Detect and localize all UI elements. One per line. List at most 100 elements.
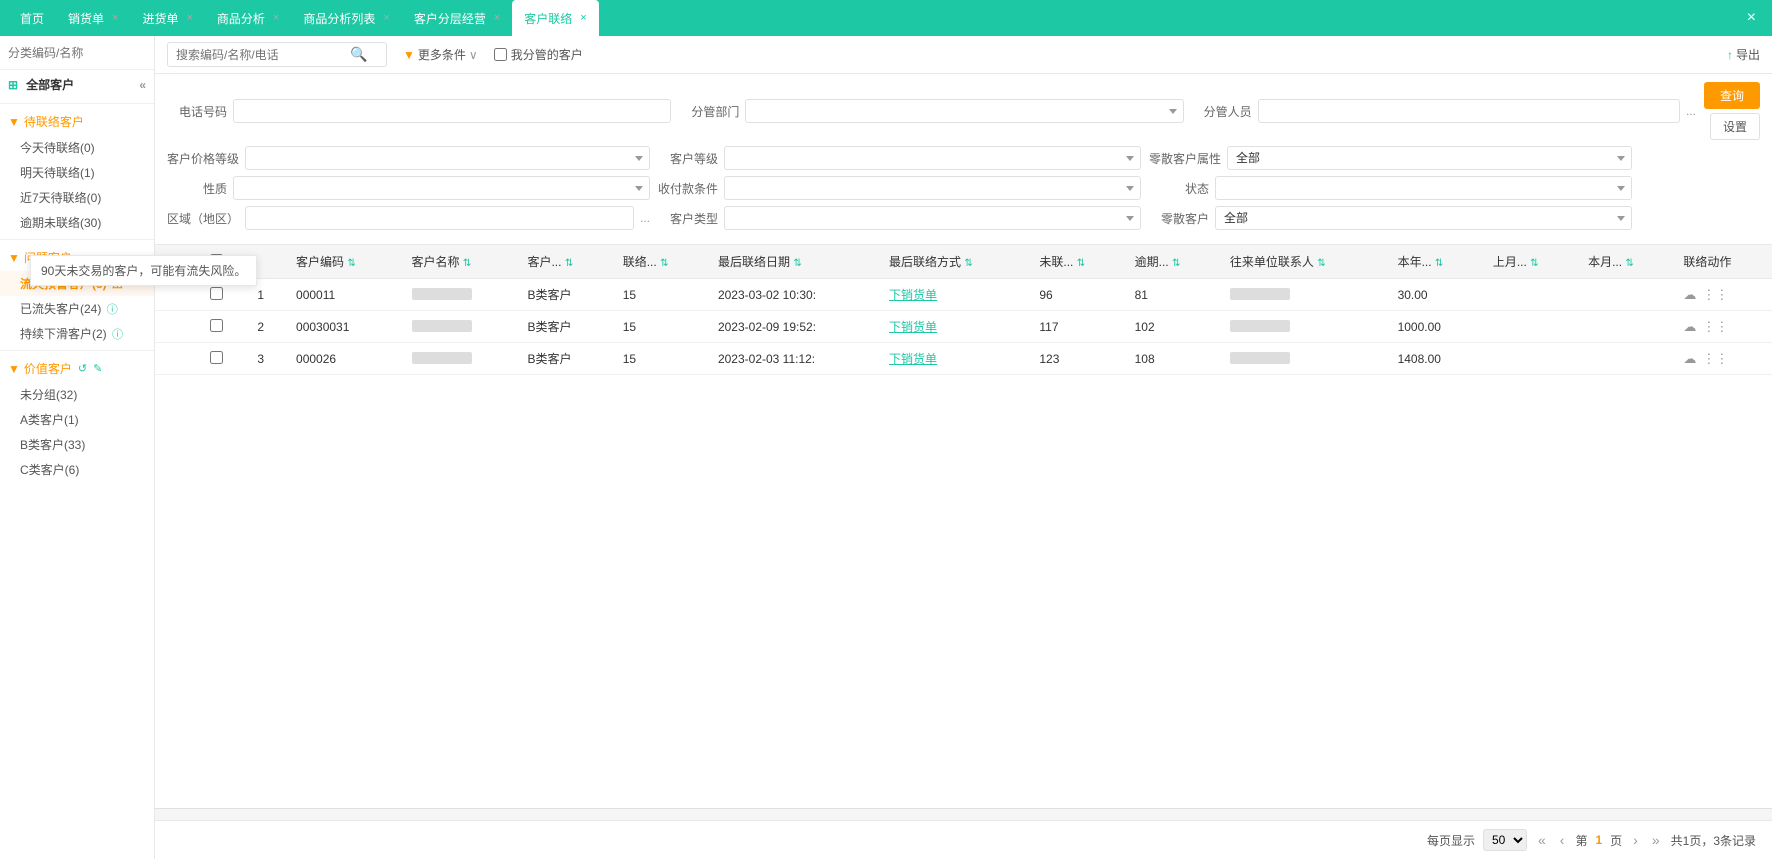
toolbar-search-box: 🔍 — [167, 42, 387, 67]
query-button[interactable]: 查询 — [1704, 82, 1760, 109]
price-tier-select[interactable] — [245, 146, 650, 170]
sidebar-group-pending[interactable]: ▼ 待联络客户 — [0, 108, 154, 135]
phone-input[interactable] — [233, 99, 671, 123]
sidebar-item-c-class[interactable]: C类客户(6) — [0, 457, 154, 482]
status-select[interactable] — [1215, 176, 1632, 200]
close-sales-tab[interactable]: × — [112, 12, 118, 24]
horizontal-scrollbar[interactable] — [155, 808, 1772, 820]
sidebar-item-declining[interactable]: 持续下滑客户(2) ⓘ — [0, 321, 154, 346]
customer-level-field: 客户等级 — [658, 146, 1141, 170]
type-sort-icon[interactable]: ⇅ — [565, 258, 573, 269]
row-this-year: 30.00 — [1388, 279, 1483, 311]
edit-icon[interactable]: ✎ — [93, 362, 102, 375]
tab-product-analysis[interactable]: 商品分析 × — [205, 0, 291, 36]
row-unit-contact — [1220, 279, 1388, 311]
tab-sales[interactable]: 销货单 × — [56, 0, 130, 36]
manager-dots[interactable]: ... — [1686, 104, 1696, 118]
chevron-down-icon: ∨ — [469, 48, 478, 62]
per-page-select[interactable]: 50 — [1483, 829, 1527, 851]
action-more-icon[interactable]: ⋮⋮ — [1702, 319, 1728, 335]
action-contact-icon[interactable]: ☁ — [1683, 319, 1696, 335]
close-product-analysis-tab[interactable]: × — [273, 12, 279, 24]
next-page-button[interactable]: › — [1630, 832, 1641, 848]
phone-field: 电话号码 — [167, 99, 671, 123]
this-year-sort-icon[interactable]: ⇅ — [1435, 258, 1443, 269]
dept-select[interactable] — [745, 99, 1183, 123]
row-code: 000011 — [286, 279, 402, 311]
grid-icon: ⊞ — [8, 78, 18, 92]
customer-level-select[interactable] — [724, 146, 1141, 170]
close-customer-tier-tab[interactable]: × — [494, 12, 500, 24]
export-button[interactable]: ↑ 导出 — [1727, 46, 1760, 63]
code-sort-icon[interactable]: ⇅ — [347, 258, 355, 269]
row-last-contact-method[interactable]: 下销货单 — [879, 279, 1029, 311]
settings-button[interactable]: 设置 — [1710, 113, 1760, 140]
all-customers-header[interactable]: ⊞ 全部客户 « — [0, 70, 154, 99]
sidebar-item-today-pending[interactable]: 今天待联络(0) — [0, 135, 154, 160]
region-dots[interactable]: ... — [640, 211, 650, 225]
row-last-contact-method[interactable]: 下销货单 — [879, 343, 1029, 375]
overdue-sort-icon[interactable]: ⇅ — [1172, 258, 1180, 269]
dept-field: 分管部门 — [679, 99, 1183, 123]
collapse-button[interactable]: « — [139, 78, 146, 92]
row-last-contact-method[interactable]: 下销货单 — [879, 311, 1029, 343]
prev-page-button[interactable]: ‹ — [1557, 832, 1568, 848]
action-more-icon[interactable]: ⋮⋮ — [1702, 351, 1728, 367]
code-column-header: 客户编码 ⇅ — [286, 245, 402, 279]
row-checkbox[interactable] — [200, 311, 248, 343]
close-product-list-tab[interactable]: × — [383, 12, 389, 24]
retail-customer-select[interactable]: 全部 — [1215, 206, 1632, 230]
search-input[interactable] — [176, 48, 346, 62]
not-contacted-sort-icon[interactable]: ⇅ — [1077, 258, 1085, 269]
last-page-button[interactable]: » — [1649, 832, 1663, 848]
row-last-month — [1483, 279, 1578, 311]
tab-home[interactable]: 首页 — [8, 0, 56, 36]
row-checkbox[interactable] — [200, 343, 248, 375]
sidebar-item-ungrouped[interactable]: 未分组(32) — [0, 382, 154, 407]
nature-select[interactable] — [233, 176, 650, 200]
close-all-button[interactable]: × — [1739, 9, 1764, 27]
action-contact-icon[interactable]: ☁ — [1683, 287, 1696, 303]
refresh-icon[interactable]: ↺ — [78, 362, 87, 375]
last-contact-date-column-header: 最后联络日期 ⇅ — [708, 245, 879, 279]
sidebar-search-input[interactable] — [8, 46, 155, 60]
first-page-button[interactable]: « — [1535, 832, 1549, 848]
tab-product-list[interactable]: 商品分析列表 × — [291, 0, 401, 36]
last-method-sort-icon[interactable]: ⇅ — [964, 258, 972, 269]
customer-type-select[interactable] — [724, 206, 1141, 230]
action-more-icon[interactable]: ⋮⋮ — [1702, 287, 1728, 303]
region-input[interactable] — [245, 206, 634, 230]
close-customer-contact-tab[interactable]: × — [580, 12, 586, 24]
manager-input[interactable] — [1258, 99, 1680, 123]
row-last-contact-date: 2023-03-02 10:30: — [708, 279, 879, 311]
this-year-column-header: 本年... ⇅ — [1388, 245, 1483, 279]
more-filters-button[interactable]: ▼ 更多条件 ∨ — [395, 43, 486, 66]
sidebar-item-tomorrow-pending[interactable]: 明天待联络(1) — [0, 160, 154, 185]
info-icon: ⓘ — [107, 304, 118, 316]
unit-contact-sort-icon[interactable]: ⇅ — [1317, 258, 1325, 269]
sidebar-item-lost[interactable]: 已流失客户(24) ⓘ — [0, 296, 154, 321]
tab-customer-tier[interactable]: 客户分层经营 × — [402, 0, 512, 36]
sidebar-item-week-pending[interactable]: 近7天待联络(0) — [0, 185, 154, 210]
sidebar-item-b-class[interactable]: B类客户(33) — [0, 432, 154, 457]
tab-customer-contact[interactable]: 客户联络 × — [512, 0, 598, 36]
sidebar-group-value[interactable]: ▼ 价值客户 ↺ ✎ — [0, 355, 154, 382]
action-contact-icon[interactable]: ☁ — [1683, 351, 1696, 367]
sidebar-item-a-class[interactable]: A类客户(1) — [0, 407, 154, 432]
last-date-sort-icon[interactable]: ⇅ — [793, 258, 801, 269]
row-this-month — [1578, 343, 1673, 375]
filter-icon: ▼ — [403, 48, 415, 62]
contact-sort-icon[interactable]: ⇅ — [660, 258, 668, 269]
tab-purchase[interactable]: 进货单 × — [130, 0, 204, 36]
name-sort-icon[interactable]: ⇅ — [463, 258, 471, 269]
close-purchase-tab[interactable]: × — [186, 12, 192, 24]
my-customers-checkbox-label[interactable]: 我分管的客户 — [494, 46, 583, 63]
retail-attr-select[interactable]: 全部 — [1227, 146, 1632, 170]
my-customers-checkbox[interactable] — [494, 48, 507, 61]
row-this-year: 1000.00 — [1388, 311, 1483, 343]
payment-select[interactable] — [724, 176, 1141, 200]
last-month-sort-icon[interactable]: ⇅ — [1530, 258, 1538, 269]
this-month-sort-icon[interactable]: ⇅ — [1625, 258, 1633, 269]
row-not-contacted: 117 — [1029, 311, 1124, 343]
sidebar-item-overdue-pending[interactable]: 逾期未联络(30) — [0, 210, 154, 235]
